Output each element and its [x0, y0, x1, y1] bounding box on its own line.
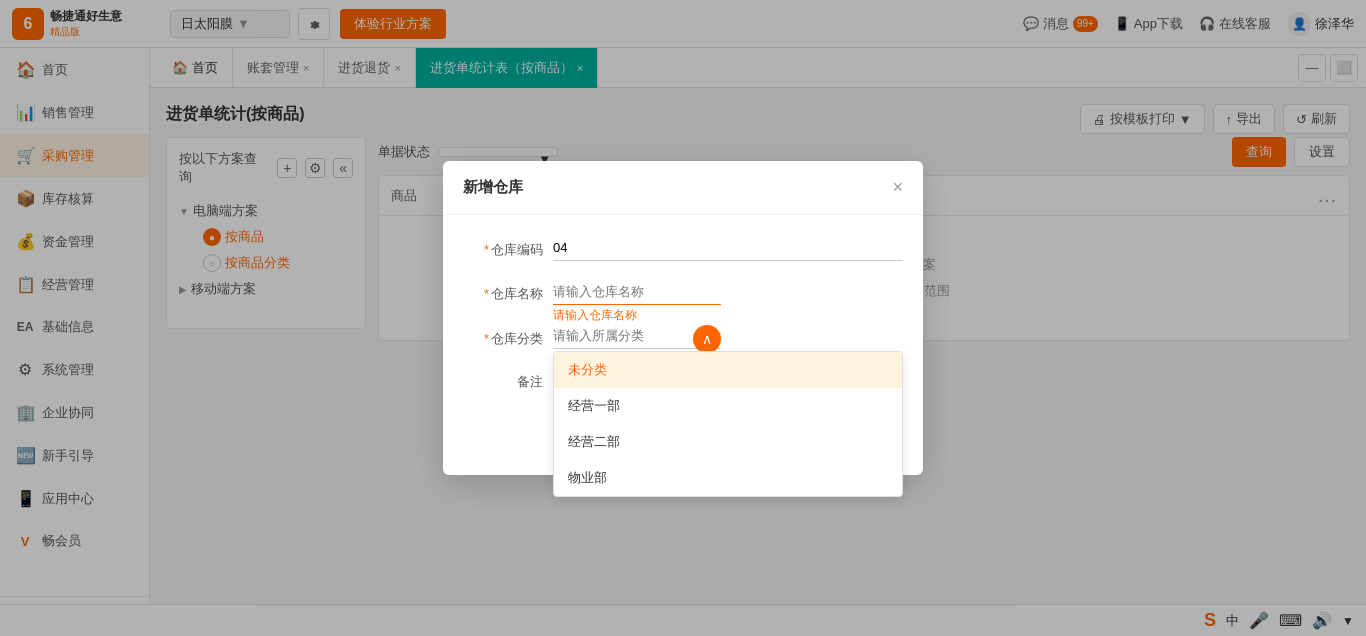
code-input[interactable] [553, 235, 903, 261]
category-label: 仓库分类 [463, 324, 543, 348]
category-toggle-btn[interactable]: ∧ [693, 325, 721, 353]
dialog-body: 仓库编码 仓库名称 请输入仓库名称 仓库分类 ∧ [443, 215, 923, 393]
name-error-tip: 请输入仓库名称 [553, 307, 637, 324]
chevron-up-icon: ∧ [702, 331, 712, 347]
dropdown-item-ops1[interactable]: 经营一部 [554, 388, 902, 424]
form-row-name: 仓库名称 请输入仓库名称 [463, 279, 903, 305]
name-label: 仓库名称 [463, 279, 543, 303]
code-label: 仓库编码 [463, 235, 543, 259]
form-row-code: 仓库编码 [463, 235, 903, 261]
dropdown-item-ops2[interactable]: 经营二部 [554, 424, 902, 460]
dialog-overlay: 新增仓库 × 仓库编码 仓库名称 请输入仓库名称 仓库分类 [0, 0, 1366, 636]
dialog-close-btn[interactable]: × [892, 177, 903, 198]
name-input[interactable] [553, 279, 721, 305]
dialog-header: 新增仓库 × [443, 161, 923, 215]
note-label: 备注 [463, 367, 543, 391]
category-input-wrapper: ∧ [553, 323, 721, 349]
new-warehouse-dialog: 新增仓库 × 仓库编码 仓库名称 请输入仓库名称 仓库分类 [443, 161, 923, 475]
dialog-title: 新增仓库 [463, 178, 523, 197]
form-row-category: 仓库分类 ∧ 未分类 经营一部 经营二部 物业部 [463, 323, 903, 349]
dropdown-item-property[interactable]: 物业部 [554, 460, 902, 496]
dropdown-item-none[interactable]: 未分类 [554, 352, 902, 388]
category-dropdown: 未分类 经营一部 经营二部 物业部 [553, 351, 903, 497]
